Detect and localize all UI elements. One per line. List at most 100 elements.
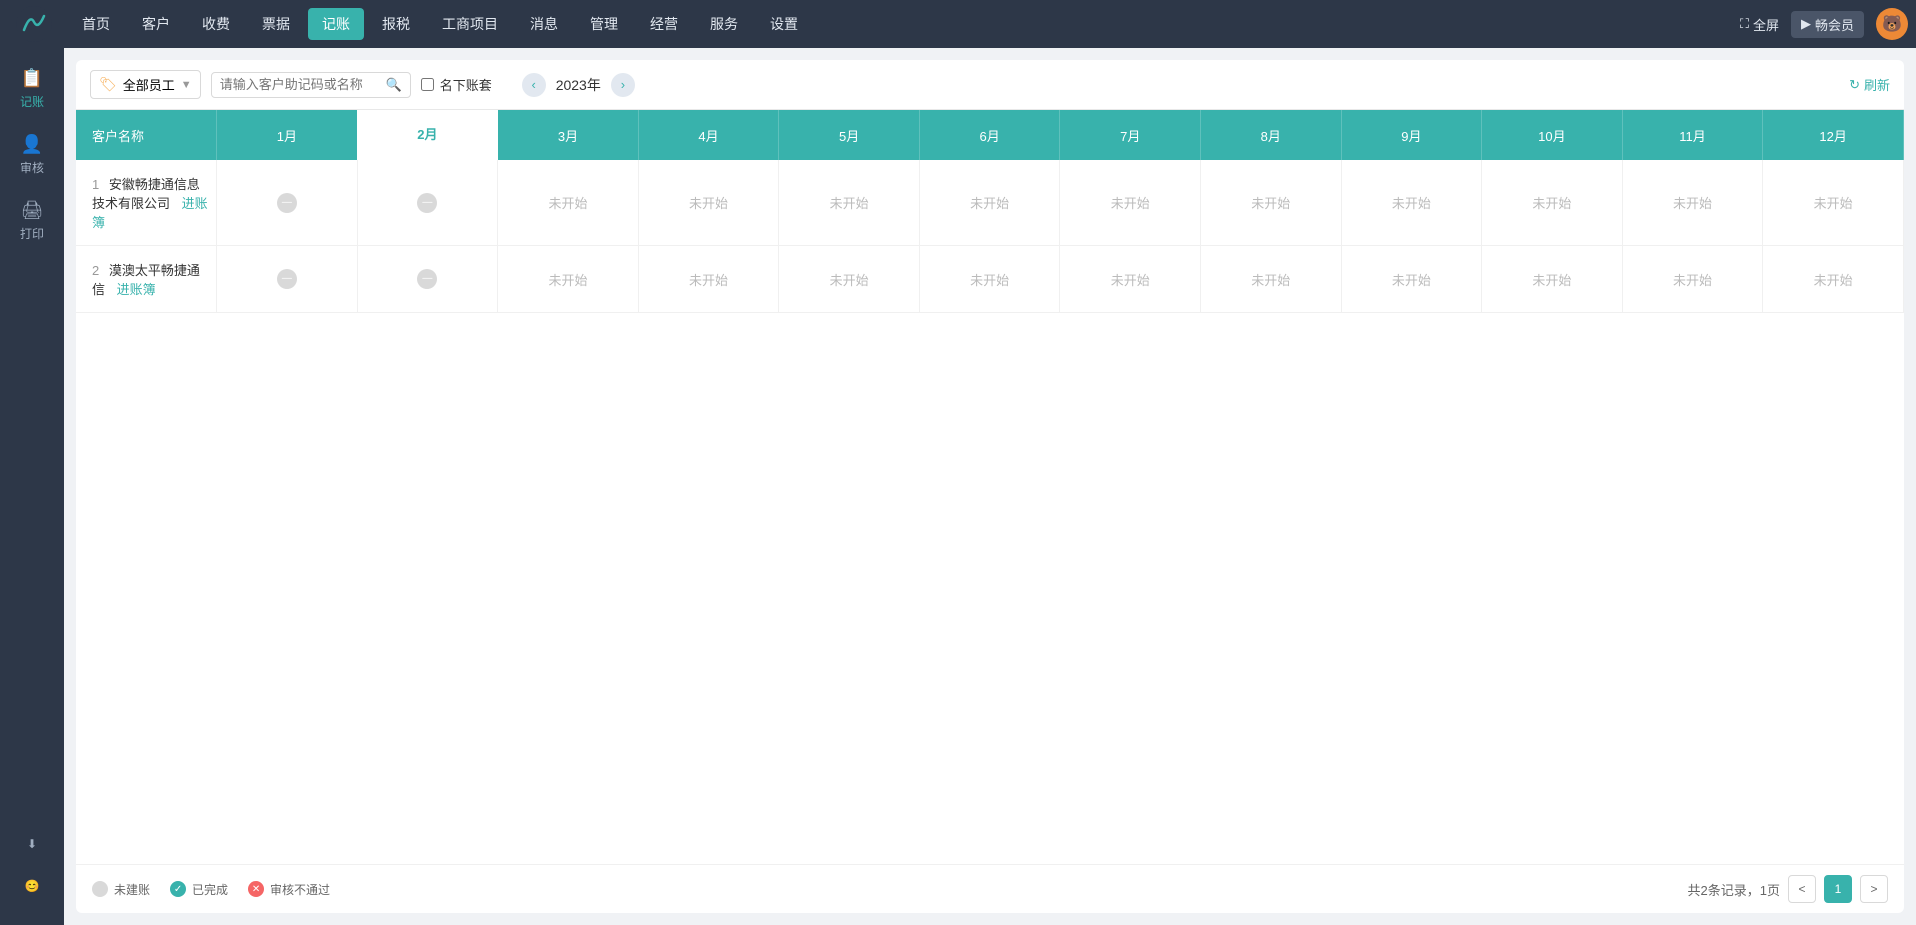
- accounting-table: 客户名称 1月 2月 3月 4月 5月 6月 7月 8月 9月: [76, 110, 1904, 313]
- company-cell-2: 2 漠澳太平畅捷通信 进账簿: [76, 246, 217, 313]
- tag-icon: 🏷: [99, 76, 117, 93]
- row2-nov: 未开始: [1622, 246, 1763, 313]
- dropdown-arrow-icon: ▼: [181, 79, 192, 91]
- dash-status: [417, 269, 437, 289]
- not-started-status: 未开始: [970, 273, 1009, 288]
- content-inner: 🏷 全部员工 ▼ 🔍 名下账套 ‹ 2023年 ›: [76, 60, 1904, 913]
- sidebar-item-print-label: 打印: [20, 225, 44, 242]
- col-header-mar: 3月: [498, 110, 639, 160]
- sidebar-item-accounting[interactable]: 📋 记账: [0, 58, 64, 120]
- row2-mar: 未开始: [498, 246, 639, 313]
- row1-nov: 未开始: [1622, 160, 1763, 246]
- my-accounts-checkbox[interactable]: [421, 78, 434, 91]
- audit-icon: 👤: [21, 134, 43, 155]
- table-footer: 未建账 ✓ 已完成 ✕ 审核不通过 共2条记录，1页 <: [76, 864, 1904, 913]
- accounting-table-wrap: 客户名称 1月 2月 3月 4月 5月 6月 7月 8月 9月: [76, 110, 1904, 864]
- row2-oct: 未开始: [1482, 246, 1623, 313]
- sidebar-download[interactable]: ⬇: [15, 827, 50, 861]
- not-started-status: 未开始: [830, 273, 869, 288]
- not-started-status: 未开始: [1673, 273, 1712, 288]
- check-icon: ✓: [174, 884, 182, 895]
- search-wrap: 🔍: [211, 72, 411, 98]
- my-accounts-checkbox-label[interactable]: 名下账套: [421, 75, 492, 94]
- nav-operation[interactable]: 经营: [636, 8, 692, 40]
- row1-mar: 未开始: [498, 160, 639, 246]
- page-1-button[interactable]: 1: [1824, 875, 1852, 903]
- row2-feb: [357, 246, 498, 313]
- nav-fee[interactable]: 收费: [188, 8, 244, 40]
- nav-accounting[interactable]: 记账: [308, 8, 364, 40]
- col-header-may: 5月: [779, 110, 920, 160]
- nav-business[interactable]: 工商项目: [428, 8, 512, 40]
- col-header-aug: 8月: [1201, 110, 1342, 160]
- download-icon: ⬇: [27, 837, 37, 851]
- not-started-status: 未开始: [1392, 196, 1431, 211]
- prev-year-button[interactable]: ‹: [522, 73, 546, 97]
- legend-rejected: ✕ 审核不通过: [248, 881, 330, 898]
- nav-service[interactable]: 服务: [696, 8, 752, 40]
- row2-may: 未开始: [779, 246, 920, 313]
- refresh-button[interactable]: ↻ 刷新: [1849, 75, 1890, 94]
- row2-dec: 未开始: [1763, 246, 1904, 313]
- sidebar-item-audit[interactable]: 👤 审核: [0, 124, 64, 186]
- main-layout: 📋 记账 👤 审核 🖨 打印 ⬇ 😊 🏷 全部员工: [0, 48, 1916, 925]
- col-header-jun: 6月: [919, 110, 1060, 160]
- next-page-button[interactable]: >: [1860, 875, 1888, 903]
- search-input[interactable]: [220, 77, 380, 92]
- legend-completed: ✓ 已完成: [170, 881, 228, 898]
- table-row: 2 漠澳太平畅捷通信 进账簿 未开始 未开始 未开始 未开始 未开始 未开始: [76, 246, 1904, 313]
- nav-home[interactable]: 首页: [68, 8, 124, 40]
- sidebar-item-print[interactable]: 🖨 打印: [0, 190, 64, 252]
- not-started-status: 未开始: [689, 196, 728, 211]
- table-row: 1 安徽畅捷通信息技术有限公司 进账簿 未开始 未开始 未开始 未开始 未开始: [76, 160, 1904, 246]
- avatar[interactable]: 🐻: [1876, 8, 1908, 40]
- not-started-status: 未开始: [689, 273, 728, 288]
- search-icon[interactable]: 🔍: [386, 77, 402, 93]
- row2-jul: 未开始: [1060, 246, 1201, 313]
- nav-tax[interactable]: 报税: [368, 8, 424, 40]
- dash-status: [277, 193, 297, 213]
- row1-feb: [357, 160, 498, 246]
- not-started-status: 未开始: [1251, 273, 1290, 288]
- x-icon: ✕: [252, 884, 260, 895]
- not-started-status: 未开始: [1532, 273, 1571, 288]
- company-cell-1: 1 安徽畅捷通信息技术有限公司 进账簿: [76, 160, 217, 246]
- sidebar-user[interactable]: 😊: [15, 869, 50, 903]
- nav-manage[interactable]: 管理: [576, 8, 632, 40]
- fullscreen-button[interactable]: ⛶ 全屏: [1740, 15, 1779, 34]
- pagination: 共2条记录，1页 < 1 >: [1688, 875, 1888, 903]
- enter-ledger-link-2[interactable]: 进账簿: [117, 282, 156, 297]
- row1-aug: 未开始: [1201, 160, 1342, 246]
- nav-right-actions: ⛶ 全屏 ▶ 畅会员 🐻: [1740, 8, 1908, 40]
- nav-settings[interactable]: 设置: [756, 8, 812, 40]
- sidebar-bottom: ⬇ 😊: [15, 825, 50, 917]
- refresh-label: 刷新: [1864, 75, 1890, 94]
- row1-jul: 未开始: [1060, 160, 1201, 246]
- row-number-1: 1: [92, 177, 99, 192]
- vip-button[interactable]: ▶ 畅会员: [1791, 11, 1864, 38]
- col-header-dec: 12月: [1763, 110, 1904, 160]
- row1-jan: [217, 160, 358, 246]
- dash-status: [417, 193, 437, 213]
- legend-completed-label: 已完成: [192, 881, 228, 898]
- fullscreen-icon: ⛶: [1740, 16, 1749, 32]
- legend-not-created-label: 未建账: [114, 881, 150, 898]
- toolbar: 🏷 全部员工 ▼ 🔍 名下账套 ‹ 2023年 ›: [76, 60, 1904, 110]
- vip-label: 畅会员: [1815, 15, 1854, 34]
- prev-page-button[interactable]: <: [1788, 875, 1816, 903]
- row1-sep: 未开始: [1341, 160, 1482, 246]
- legend-dot-red: ✕: [248, 881, 264, 897]
- nav-customer[interactable]: 客户: [128, 8, 184, 40]
- not-started-status: 未开始: [830, 196, 869, 211]
- nav-invoice[interactable]: 票据: [248, 8, 304, 40]
- not-started-status: 未开始: [1673, 196, 1712, 211]
- next-year-button[interactable]: ›: [611, 73, 635, 97]
- row2-sep: 未开始: [1341, 246, 1482, 313]
- legend-rejected-label: 审核不通过: [270, 881, 330, 898]
- employee-filter[interactable]: 🏷 全部员工 ▼: [90, 70, 201, 99]
- col-header-apr: 4月: [638, 110, 779, 160]
- row2-jun: 未开始: [919, 246, 1060, 313]
- nav-menu: 首页 客户 收费 票据 记账 报税 工商项目 消息 管理 经营 服务 设置: [68, 8, 1740, 40]
- row-number-2: 2: [92, 263, 99, 278]
- nav-message[interactable]: 消息: [516, 8, 572, 40]
